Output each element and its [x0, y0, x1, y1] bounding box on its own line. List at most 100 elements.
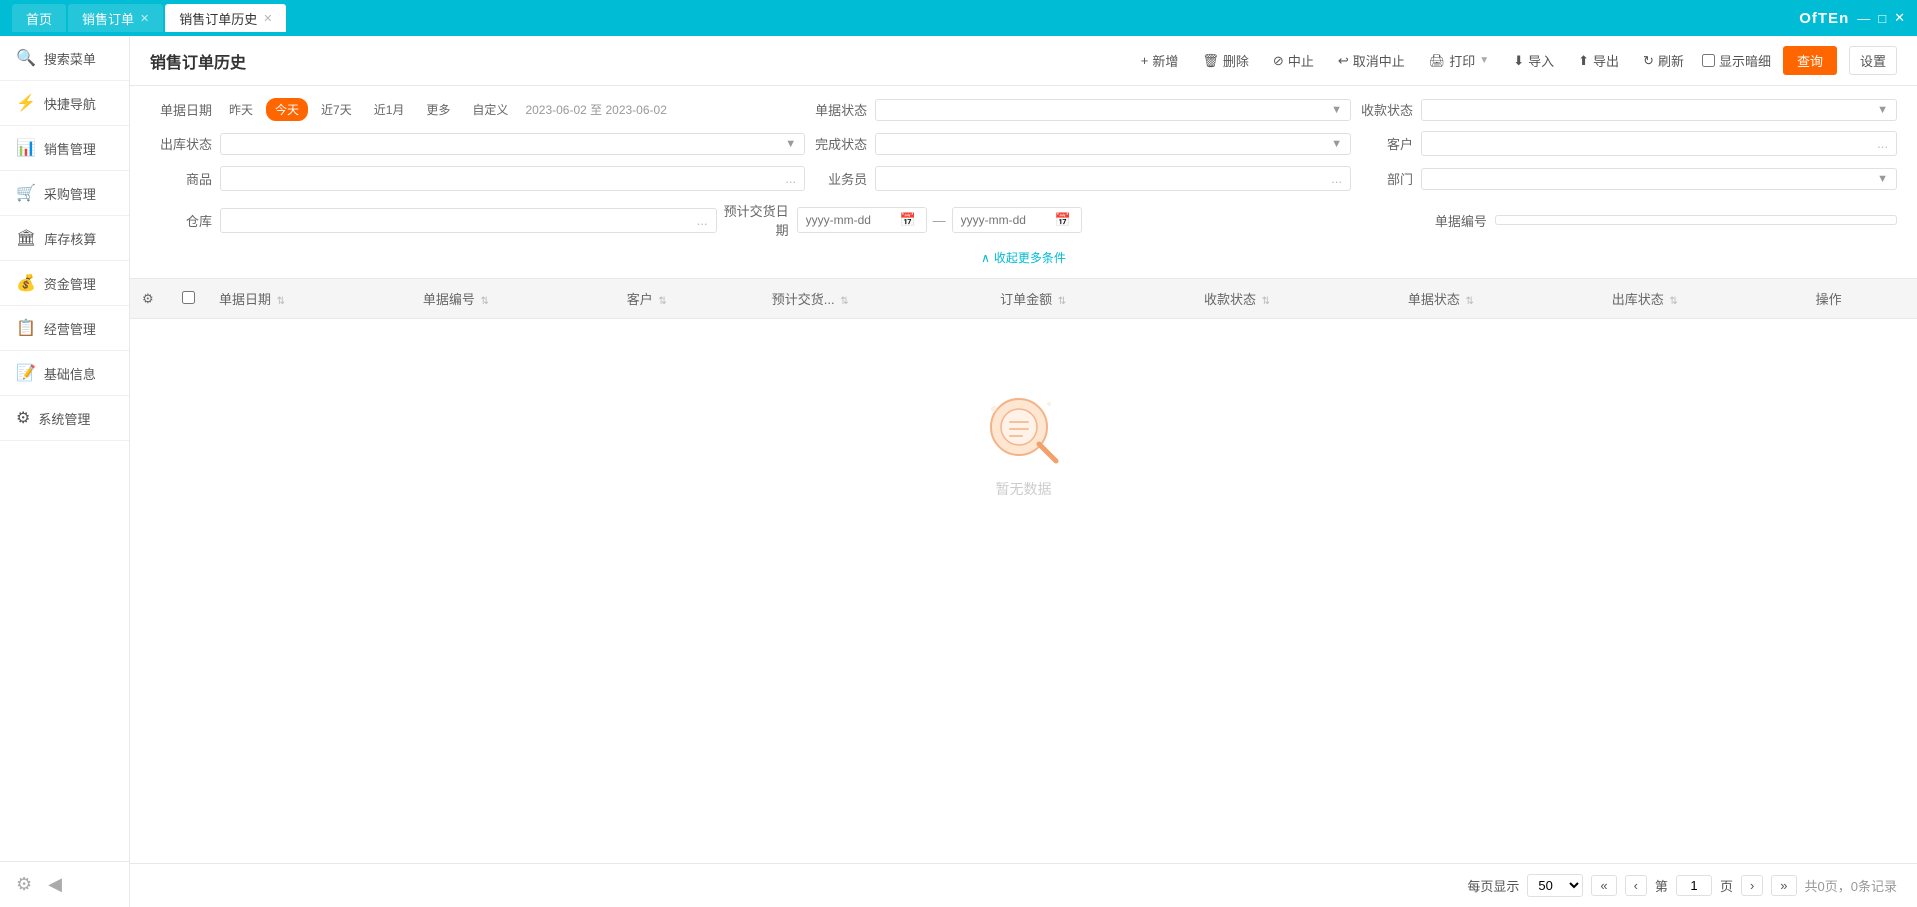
- pill-1month[interactable]: 近1月: [365, 98, 414, 121]
- close-tab-sales-order-icon[interactable]: ✕: [140, 12, 149, 25]
- warehouse-field[interactable]: ...: [220, 208, 717, 233]
- th-delivery[interactable]: 预计交货... ⇅: [760, 279, 988, 319]
- pill-custom[interactable]: 自定义: [463, 98, 517, 121]
- sidebar-collapse-icon[interactable]: ◀: [48, 874, 62, 895]
- tab-home[interactable]: 首页: [12, 4, 66, 32]
- print-label: 打印: [1449, 51, 1475, 70]
- print-button[interactable]: 🖨 打印 ▼: [1423, 47, 1495, 74]
- stop-button[interactable]: ⊘ 中止: [1267, 47, 1320, 74]
- sidebar-item-quick-nav-label: 快捷导航: [44, 94, 96, 113]
- pill-more[interactable]: 更多: [417, 98, 459, 121]
- last-page-button[interactable]: »: [1771, 875, 1796, 896]
- tab-sales-order-history-label: 销售订单历史: [179, 9, 257, 28]
- page-number-input[interactable]: [1676, 875, 1712, 896]
- th-settings[interactable]: ⚙: [130, 279, 170, 319]
- calendar-to-icon[interactable]: 📅: [1055, 212, 1071, 228]
- tab-sales-order-history[interactable]: 销售订单历史 ✕: [165, 4, 286, 32]
- product-dots: ...: [785, 171, 796, 186]
- th-docno[interactable]: 单据编号 ⇅: [411, 279, 615, 319]
- th-receipt-status[interactable]: 收款状态 ⇅: [1192, 279, 1396, 319]
- th-date[interactable]: 单据日期 ⇅: [207, 279, 411, 319]
- sort-receipt-status-icon[interactable]: ⇅: [1262, 296, 1270, 307]
- select-all-checkbox[interactable]: [182, 291, 195, 304]
- sort-customer-icon[interactable]: ⇅: [658, 296, 666, 307]
- sidebar: 🔍 搜索菜单 ⚡ 快捷导航 📊 销售管理 🛒 采购管理 🏛 库存核算 💰 资金管…: [0, 36, 130, 907]
- empty-text: 暂无数据: [996, 479, 1052, 499]
- import-button[interactable]: ⬇ 导入: [1507, 47, 1560, 74]
- salesperson-field[interactable]: ...: [875, 166, 1351, 191]
- settings-button[interactable]: 设置: [1849, 46, 1897, 75]
- close-button[interactable]: ✕: [1894, 10, 1905, 26]
- filter-row-4: 仓库 ... 预计交货日期 📅 — 📅: [150, 201, 1897, 239]
- receipt-status-select[interactable]: ▼: [1421, 99, 1897, 121]
- cancel-stop-icon: ↩: [1338, 53, 1349, 69]
- sort-doc-status-icon[interactable]: ⇅: [1466, 296, 1474, 307]
- collapse-label: 收起更多条件: [994, 249, 1066, 266]
- sidebar-item-sales-mgmt[interactable]: 📊 销售管理: [0, 126, 129, 171]
- pill-yesterday[interactable]: 昨天: [220, 98, 262, 121]
- sidebar-item-sys-mgmt[interactable]: ⚙ 系统管理: [0, 396, 129, 441]
- close-tab-history-icon[interactable]: ✕: [263, 12, 272, 25]
- collapse-bar[interactable]: ∧ 收起更多条件: [150, 249, 1897, 266]
- product-field[interactable]: ...: [220, 166, 805, 191]
- show-columns-checkbox[interactable]: 显示暗细: [1702, 51, 1771, 70]
- sidebar-item-search-menu[interactable]: 🔍 搜索菜单: [0, 36, 129, 81]
- th-outbound-status[interactable]: 出库状态 ⇅: [1600, 279, 1804, 319]
- delivery-date-from-input[interactable]: [806, 213, 896, 227]
- th-doc-status[interactable]: 单据状态 ⇅: [1396, 279, 1600, 319]
- pill-7days[interactable]: 近7天: [312, 98, 361, 121]
- total-info: 共0页，0条记录: [1805, 876, 1897, 895]
- delivery-date-from-field[interactable]: 📅: [797, 207, 927, 233]
- sidebar-settings-icon[interactable]: ⚙: [16, 874, 32, 895]
- new-label: 新增: [1152, 51, 1178, 70]
- maximize-button[interactable]: □: [1878, 11, 1886, 26]
- outbound-status-select[interactable]: ▼: [220, 133, 805, 155]
- query-button[interactable]: 查询: [1783, 46, 1837, 75]
- th-outbound-status-label: 出库状态: [1612, 292, 1664, 307]
- new-button[interactable]: + 新增: [1135, 47, 1185, 74]
- content-area: 销售订单历史 + 新增 🗑 删除 ⊘ 中止 ↩ 取消中止: [130, 36, 1917, 907]
- page-title: 销售订单历史: [150, 49, 246, 73]
- date-filter-control: 昨天 今天 近7天 近1月 更多 自定义 2023-06-02 至 2023-0…: [220, 98, 805, 121]
- customer-field[interactable]: ...: [1421, 131, 1897, 156]
- delivery-date-to-field[interactable]: 📅: [952, 207, 1082, 233]
- department-select[interactable]: ▼: [1421, 168, 1897, 190]
- th-check[interactable]: [170, 279, 207, 319]
- pill-today[interactable]: 今天: [266, 98, 308, 121]
- sort-outbound-icon[interactable]: ⇅: [1669, 296, 1677, 307]
- first-page-button[interactable]: «: [1591, 875, 1616, 896]
- sort-amount-icon[interactable]: ⇅: [1058, 296, 1066, 307]
- page-size-select[interactable]: 10 20 50 100: [1527, 874, 1583, 897]
- main-layout: 🔍 搜索菜单 ⚡ 快捷导航 📊 销售管理 🛒 采购管理 🏛 库存核算 💰 资金管…: [0, 36, 1917, 907]
- sidebar-item-basic-info[interactable]: 📝 基础信息: [0, 351, 129, 396]
- completion-status-select[interactable]: ▼: [875, 133, 1351, 155]
- delivery-date-to-input[interactable]: [961, 213, 1051, 227]
- calendar-from-icon[interactable]: 📅: [900, 212, 916, 228]
- status-select[interactable]: ▼: [875, 99, 1351, 121]
- show-columns-input[interactable]: [1702, 54, 1715, 67]
- delete-button[interactable]: 🗑 删除: [1196, 47, 1255, 74]
- sidebar-item-purchase-mgmt[interactable]: 🛒 采购管理: [0, 171, 129, 216]
- settings-col-icon[interactable]: ⚙: [142, 291, 154, 306]
- sidebar-item-quick-nav[interactable]: ⚡ 快捷导航: [0, 81, 129, 126]
- refresh-button[interactable]: ↻ 刷新: [1637, 47, 1690, 74]
- sidebar-item-inventory[interactable]: 🏛 库存核算: [0, 216, 129, 261]
- sort-docno-icon[interactable]: ⇅: [481, 296, 489, 307]
- sidebar-item-finance[interactable]: 💰 资金管理: [0, 261, 129, 306]
- delivery-date-label: 预计交货日期: [717, 201, 797, 239]
- th-customer[interactable]: 客户 ⇅: [615, 279, 760, 319]
- sort-delivery-icon[interactable]: ⇅: [840, 296, 848, 307]
- tab-sales-order[interactable]: 销售订单 ✕: [68, 4, 163, 32]
- sidebar-item-operations[interactable]: 📋 经营管理: [0, 306, 129, 351]
- prev-page-button[interactable]: ‹: [1625, 875, 1647, 896]
- date-dash: —: [933, 213, 946, 228]
- th-delivery-label: 预计交货...: [772, 292, 835, 307]
- next-page-button[interactable]: ›: [1741, 875, 1763, 896]
- th-amount[interactable]: 订单金额 ⇅: [988, 279, 1192, 319]
- sidebar-item-finance-label: 资金管理: [44, 274, 96, 293]
- doc-no-field[interactable]: [1495, 215, 1897, 225]
- cancel-stop-button[interactable]: ↩ 取消中止: [1332, 47, 1411, 74]
- sort-date-icon[interactable]: ⇅: [277, 296, 285, 307]
- minimize-button[interactable]: —: [1857, 11, 1870, 26]
- export-button[interactable]: ⬆ 导出: [1572, 47, 1625, 74]
